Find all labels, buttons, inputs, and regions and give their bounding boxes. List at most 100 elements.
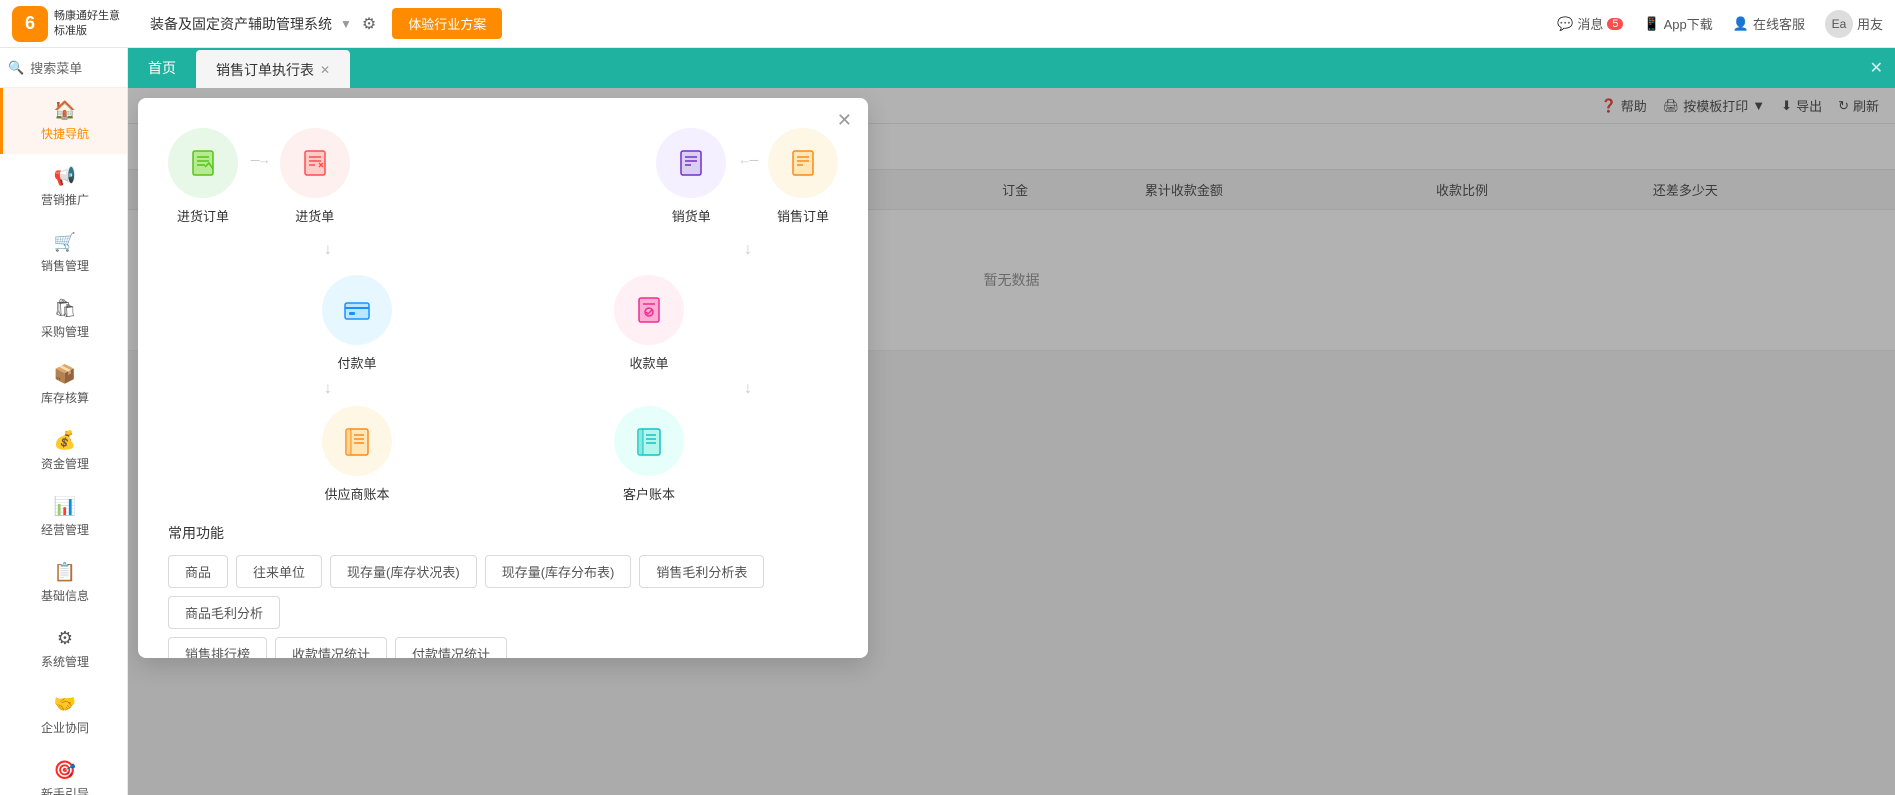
- flow-node-payment[interactable]: 付款单: [322, 275, 392, 372]
- sidebar-item-label: 企业协同: [41, 719, 89, 736]
- inventory-icon: 📦: [54, 364, 76, 385]
- tab-home[interactable]: 首页: [128, 48, 196, 88]
- down-arrow-2: ↓: [744, 241, 752, 259]
- search-icon: 🔍: [8, 60, 24, 76]
- sidebar-item-label: 经营管理: [41, 521, 89, 538]
- logo-area: 6 畅康通好生意 标准版: [12, 6, 140, 42]
- common-title: 常用功能: [168, 523, 838, 543]
- flow-node-receipt[interactable]: 收款单: [614, 275, 684, 372]
- modal-close-icon[interactable]: ✕: [837, 110, 852, 131]
- flow-down-arrows-2: ↓ ↓: [238, 380, 838, 398]
- func-btn-4[interactable]: 销售毛利分析表: [639, 555, 764, 588]
- modal: ✕ 进货订单 - -: [138, 98, 868, 658]
- marketing-icon: 📢: [54, 166, 76, 187]
- purchase-bill-icon: [280, 128, 350, 198]
- flow-node-purchase-bill[interactable]: 进货单: [280, 128, 350, 225]
- sidebar-item-inventory[interactable]: 📦 库存核算: [0, 352, 127, 418]
- sidebar-item-label: 采购管理: [41, 323, 89, 340]
- page-content: ❓ 帮助 🖨 按模板打印 ▼ ⬇ 导出 ↻ 刷新: [128, 88, 1895, 795]
- sidebar-item-system[interactable]: ⚙ 系统管理: [0, 616, 127, 682]
- sidebar-item-label: 快捷导航: [41, 125, 89, 142]
- system-title-area: 装备及固定资产辅助管理系统 ▼: [150, 14, 352, 34]
- arrow-2: ← - - - -: [726, 152, 768, 167]
- finance-icon: 💰: [54, 430, 76, 451]
- sidebar-item-quick-nav[interactable]: 🏠 快捷导航: [0, 88, 127, 154]
- tab-close-icon[interactable]: ✕: [320, 63, 330, 77]
- sidebar-search[interactable]: 🔍 搜索菜单: [0, 48, 127, 88]
- sidebar-item-newbie[interactable]: 🎯 新手引导: [0, 748, 127, 795]
- system-title-text: 装备及固定资产辅助管理系统: [150, 14, 332, 34]
- sidebar-item-finance[interactable]: 💰 资金管理: [0, 418, 127, 484]
- sales-icon: 🛒: [54, 232, 76, 253]
- down-arrow-1: ↓: [324, 241, 332, 259]
- func-btn-1[interactable]: 往来单位: [236, 555, 322, 588]
- customer-ledger-label: 客户账本: [623, 484, 675, 503]
- func-btn-5[interactable]: 商品毛利分析: [168, 596, 280, 629]
- window-close-icon[interactable]: ✕: [1870, 58, 1883, 78]
- experience-btn[interactable]: 体验行业方案: [392, 8, 502, 39]
- flow-node-sales-bill[interactable]: 销货单: [656, 128, 726, 225]
- sales-bill-label: 销货单: [672, 206, 711, 225]
- home-icon: 🏠: [54, 100, 76, 121]
- function-buttons: 商品 往来单位 现存量(库存状况表) 现存量(库存分布表) 销售毛利分析表 商品…: [168, 555, 838, 629]
- function-buttons-row2: 销售排行榜 收款情况统计 付款情况统计: [168, 637, 838, 658]
- sidebar-item-enterprise[interactable]: 🤝 企业协同: [0, 682, 127, 748]
- flow-node-customer-ledger[interactable]: 客户账本: [614, 406, 684, 503]
- top-bar: 6 畅康通好生意 标准版 装备及固定资产辅助管理系统 ▼ ⚙ 体验行业方案 💬 …: [0, 0, 1895, 48]
- purchase-order-label: 进货订单: [177, 206, 229, 225]
- sales-order-label: 销售订单: [777, 206, 829, 225]
- purchase-icon: 🛍: [54, 298, 77, 319]
- sidebar-item-operations[interactable]: 📊 经营管理: [0, 484, 127, 550]
- gear-icon[interactable]: ⚙: [362, 14, 376, 34]
- app-wrapper: 6 畅康通好生意 标准版 装备及固定资产辅助管理系统 ▼ ⚙ 体验行业方案 💬 …: [0, 0, 1895, 795]
- message-btn[interactable]: 💬 消息 5: [1557, 14, 1623, 33]
- func-btn-2[interactable]: 现存量(库存状况表): [330, 555, 477, 588]
- basic-info-icon: 📋: [54, 562, 76, 583]
- content-area: 首页 销售订单执行表 ✕ ✕ ❓ 帮助: [128, 48, 1895, 795]
- func-btn-8[interactable]: 付款情况统计: [395, 637, 507, 658]
- common-functions: 常用功能 商品 往来单位 现存量(库存状况表) 现存量(库存分布表) 销售毛利分…: [168, 523, 838, 658]
- message-icon: 💬: [1557, 16, 1573, 32]
- tab-bar: 首页 销售订单执行表 ✕ ✕: [128, 48, 1895, 88]
- online-service-btn[interactable]: 👤 在线客服: [1733, 14, 1805, 33]
- supplier-ledger-icon: [322, 406, 392, 476]
- supplier-ledger-label: 供应商账本: [324, 484, 389, 503]
- app-download-btn[interactable]: 📱 App下载: [1643, 14, 1712, 33]
- purchase-order-icon: [168, 128, 238, 198]
- flow-node-supplier-ledger[interactable]: 供应商账本: [322, 406, 392, 503]
- sidebar-item-marketing[interactable]: 📢 营销推广: [0, 154, 127, 220]
- operations-icon: 📊: [54, 496, 76, 517]
- sidebar-item-basic-info[interactable]: 📋 基础信息: [0, 550, 127, 616]
- sidebar-item-label: 库存核算: [41, 389, 89, 406]
- dropdown-icon[interactable]: ▼: [340, 17, 352, 31]
- logo-text: 畅康通好生意 标准版: [54, 9, 120, 38]
- system-icon: ⚙: [57, 628, 73, 649]
- user-area[interactable]: Ea 用友: [1825, 10, 1883, 38]
- flow-node-sales-order[interactable]: 销售订单: [768, 128, 838, 225]
- flow-node-purchase-order[interactable]: 进货订单: [168, 128, 238, 225]
- service-icon: 👤: [1733, 16, 1749, 32]
- flow-row-2: ↓ ↓: [238, 241, 838, 259]
- avatar: Ea: [1825, 10, 1853, 38]
- tab-bar-right: ✕: [1870, 58, 1895, 78]
- newbie-icon: 🎯: [54, 760, 76, 781]
- func-btn-6[interactable]: 销售排行榜: [168, 637, 267, 658]
- func-btn-3[interactable]: 现存量(库存分布表): [485, 555, 632, 588]
- sidebar-item-sales[interactable]: 🛒 销售管理: [0, 220, 127, 286]
- func-btn-7[interactable]: 收款情况统计: [275, 637, 387, 658]
- func-btn-0[interactable]: 商品: [168, 555, 228, 588]
- message-badge: 5: [1607, 18, 1623, 30]
- sidebar-item-purchase[interactable]: 🛍 采购管理: [0, 286, 127, 352]
- top-right: 💬 消息 5 📱 App下载 👤 在线客服 Ea 用友: [1557, 10, 1883, 38]
- arrow-1: - - - - →: [238, 152, 280, 167]
- main-area: 🔍 搜索菜单 🏠 快捷导航 📢 营销推广 🛒 销售管理 🛍 采购管理 📦: [0, 48, 1895, 795]
- tab-sales-order[interactable]: 销售订单执行表 ✕: [196, 50, 350, 90]
- modal-overlay[interactable]: ✕ 进货订单 - -: [128, 88, 1895, 795]
- sidebar-item-label: 资金管理: [41, 455, 89, 472]
- payment-icon: [322, 275, 392, 345]
- payment-label: 付款单: [337, 353, 376, 372]
- flow-row-1: 进货订单 - - - - → 进货单: [168, 128, 838, 225]
- download-icon: 📱: [1643, 16, 1659, 32]
- sidebar-item-label: 系统管理: [41, 653, 89, 670]
- sales-order-icon: [768, 128, 838, 198]
